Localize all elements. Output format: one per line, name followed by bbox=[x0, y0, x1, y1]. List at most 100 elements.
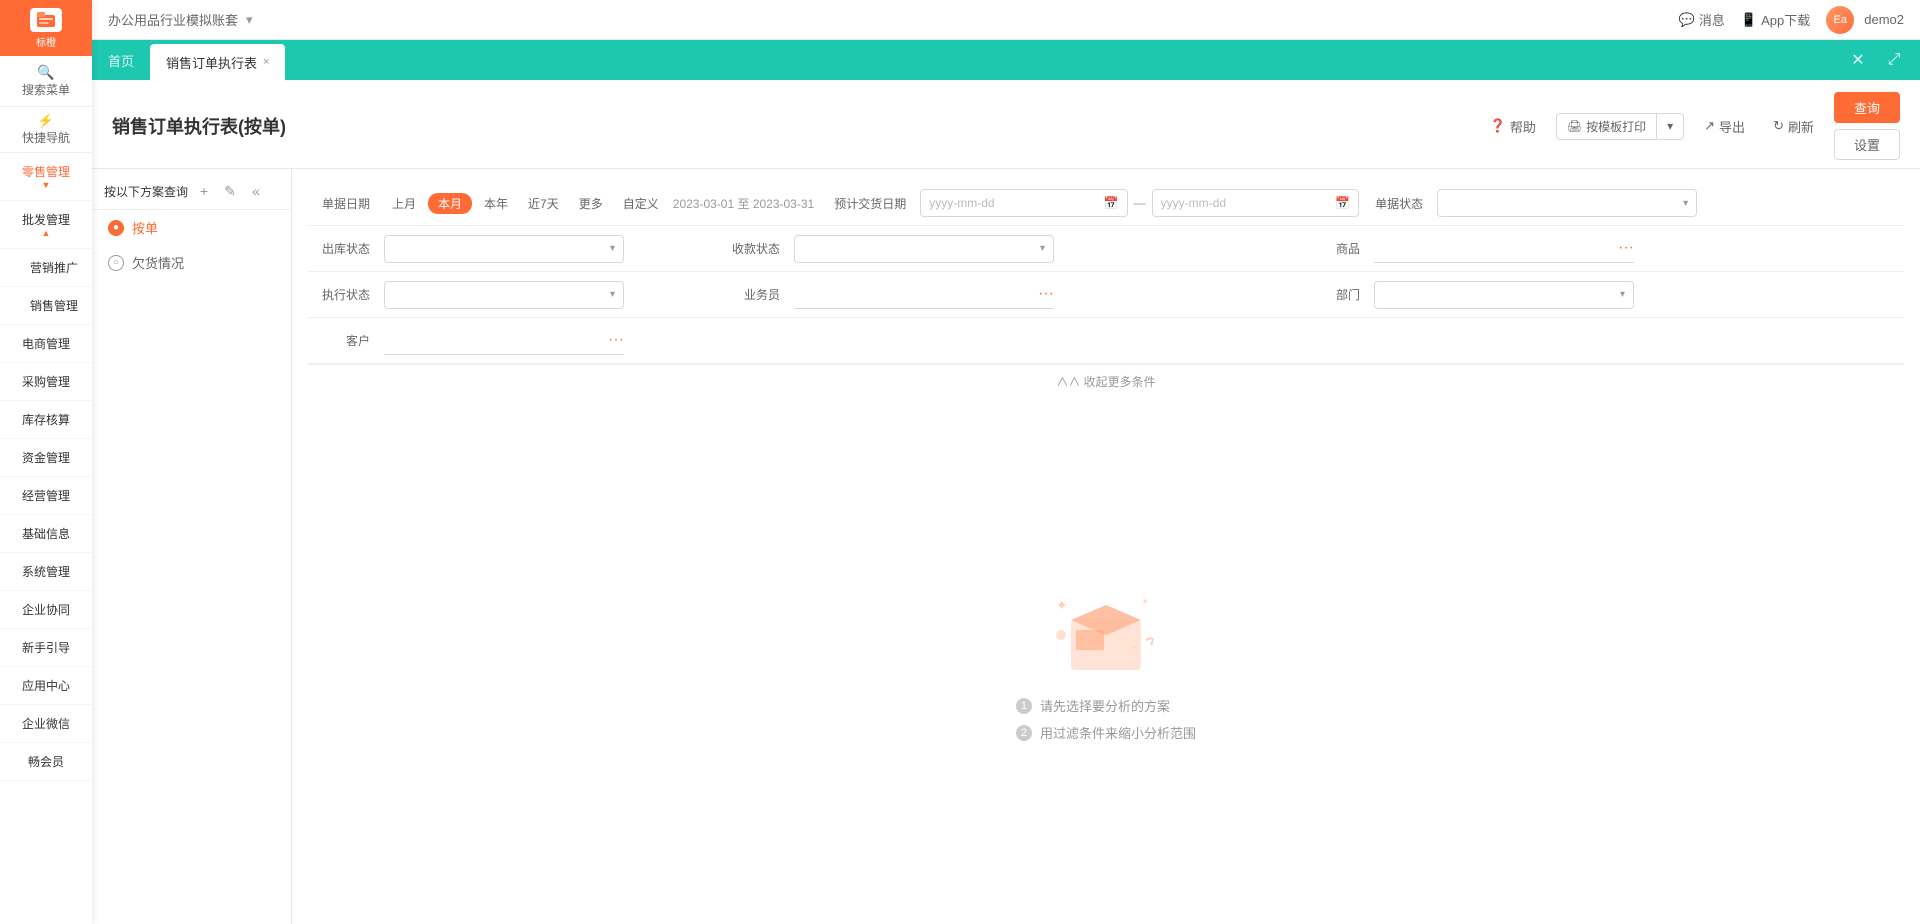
top-bar-left: 办公用品行业模拟账套 ▾ bbox=[108, 10, 253, 29]
status-select-arrow: ▾ bbox=[1683, 198, 1688, 209]
goods-more-btn[interactable]: ··· bbox=[1618, 239, 1634, 257]
dept-select[interactable]: ▾ bbox=[1374, 281, 1634, 309]
scheme-item-order[interactable]: ● 按单 bbox=[92, 210, 291, 245]
exec-arrow: ▾ bbox=[610, 289, 615, 300]
help-icon: ❓ bbox=[1490, 118, 1506, 134]
tab-home[interactable]: 首页 bbox=[92, 40, 150, 80]
sidebar-item-member[interactable]: 畅会员 bbox=[0, 743, 92, 781]
print-btn-group: 🖨 按模板打印 ▾ bbox=[1556, 113, 1684, 140]
cal-icon-start: 📅 bbox=[1104, 196, 1119, 210]
tab-expand-btn[interactable]: ⤢ bbox=[1880, 46, 1908, 74]
goods-input[interactable] bbox=[1374, 234, 1614, 262]
scheme-collapse-btn[interactable]: « bbox=[246, 181, 266, 201]
salesperson-more-btn[interactable]: ··· bbox=[1038, 285, 1054, 303]
payment-status-select[interactable]: ▾ bbox=[794, 235, 1054, 263]
query-btn[interactable]: 查询 bbox=[1834, 92, 1900, 123]
settings-btn[interactable]: 设置 bbox=[1834, 129, 1900, 160]
tab-close-icon[interactable]: × bbox=[263, 56, 269, 68]
sidebar-item-appcenter[interactable]: 应用中心 bbox=[0, 667, 92, 705]
collapse-label: 收起更多条件 bbox=[1084, 375, 1156, 389]
sidebar-item-marketing[interactable]: 营销推广 bbox=[0, 249, 92, 287]
sidebar-item-enterprise[interactable]: 企业协同 bbox=[0, 591, 92, 629]
dept-label: 部门 bbox=[1312, 286, 1368, 303]
content-area: 销售订单执行表(按单) ❓ 帮助 🖨 按模板打印 ▾ ↗ 导出 bbox=[92, 80, 1920, 924]
page-actions: ❓ 帮助 🖨 按模板打印 ▾ ↗ 导出 ↻ 刷新 bbox=[1482, 92, 1900, 160]
scheme-add-btn[interactable]: + bbox=[194, 181, 214, 201]
scheme-item-shortage[interactable]: ○ 欠货情况 bbox=[92, 245, 291, 280]
tip-num-2: 2 bbox=[1016, 725, 1032, 741]
appdownload-btn[interactable]: 📱 App下载 bbox=[1741, 10, 1810, 29]
date-chips: 上月 本月 本年 近7天 更多 自定义 bbox=[384, 193, 667, 214]
industry-label: 办公用品行业模拟账套 bbox=[108, 10, 238, 29]
collapse-bar[interactable]: ∧∧ 收起更多条件 bbox=[308, 364, 1904, 398]
refresh-btn[interactable]: ↻ 刷新 bbox=[1765, 113, 1822, 140]
delivery-status-select[interactable]: ▾ bbox=[384, 235, 624, 263]
top-bar-right: 💬 消息 📱 App下载 Ea demo2 bbox=[1679, 6, 1904, 34]
exec-status-select[interactable]: ▾ bbox=[384, 281, 624, 309]
user-name: demo2 bbox=[1864, 12, 1904, 27]
sidebar-item-retail[interactable]: 零售管理 ▼ bbox=[0, 153, 92, 201]
expected-date-label: 预计交货日期 bbox=[830, 195, 914, 212]
tab-sales-order[interactable]: 销售订单执行表 × bbox=[150, 44, 285, 80]
chip-more[interactable]: 更多 bbox=[571, 193, 611, 214]
sidebar-item-wholesale[interactable]: 批发管理 ▲ bbox=[0, 201, 92, 249]
logo-text: 标橙 bbox=[36, 34, 56, 49]
dept-arrow: ▾ bbox=[1620, 289, 1625, 300]
filter-section: 单据日期 上月 本月 本年 近7天 更多 自定义 2023-03-01 至 20… bbox=[292, 169, 1920, 398]
exec-status-label: 执行状态 bbox=[308, 286, 378, 303]
sidebar-item-inventory[interactable]: 库存核算 bbox=[0, 401, 92, 439]
sidebar-item-newuser[interactable]: 新手引导 bbox=[0, 629, 92, 667]
date-label: 单据日期 bbox=[308, 195, 378, 212]
empty-icon: ✦ ✦ ✦ bbox=[1046, 580, 1166, 680]
sidebar-item-sales[interactable]: 销售管理 bbox=[0, 287, 92, 325]
sidebar-item-ecommerce[interactable]: 电商管理 bbox=[0, 325, 92, 363]
payment-arrow: ▾ bbox=[1040, 243, 1045, 254]
customer-more-btn[interactable]: ··· bbox=[608, 331, 624, 349]
sidebar-item-wechat[interactable]: 企业微信 bbox=[0, 705, 92, 743]
sidebar-quicknav[interactable]: ⚡ 快捷导航 bbox=[0, 107, 92, 153]
chip-current-month[interactable]: 本月 bbox=[428, 193, 472, 214]
status-select[interactable]: ▾ bbox=[1437, 189, 1697, 217]
sidebar-search[interactable]: 🔍 搜索菜单 bbox=[0, 56, 92, 107]
scheme-panel: 按以下方案查询 + ✎ « ● 按单 ○ 欠货情况 bbox=[92, 169, 292, 924]
date-range-expected: yyyy-mm-dd 📅 — yyyy-mm-dd 📅 bbox=[920, 189, 1359, 217]
sidebar-item-operation[interactable]: 经营管理 bbox=[0, 477, 92, 515]
sidebar-item-finance[interactable]: 资金管理 bbox=[0, 439, 92, 477]
tip-num-1: 1 bbox=[1016, 698, 1032, 714]
tip-text-2: 用过滤条件来缩小分析范围 bbox=[1040, 723, 1196, 742]
customer-label: 客户 bbox=[308, 332, 378, 349]
svg-text:✦: ✦ bbox=[1131, 643, 1138, 652]
industry-dropdown-icon[interactable]: ▾ bbox=[246, 12, 253, 28]
sidebar-item-basic[interactable]: 基础信息 bbox=[0, 515, 92, 553]
print-btn[interactable]: 🖨 按模板打印 bbox=[1557, 114, 1657, 139]
chip-last7days[interactable]: 近7天 bbox=[520, 193, 567, 214]
tab-close-window-btn[interactable]: ✕ bbox=[1844, 46, 1872, 74]
customer-input[interactable] bbox=[384, 326, 604, 354]
refresh-icon: ↻ bbox=[1773, 118, 1784, 134]
tip-item-1: 1 请先选择要分析的方案 bbox=[1016, 696, 1196, 715]
download-label: App下载 bbox=[1761, 10, 1810, 29]
sidebar-item-system[interactable]: 系统管理 bbox=[0, 553, 92, 591]
message-btn[interactable]: 💬 消息 bbox=[1679, 10, 1725, 29]
sidebar-item-purchase[interactable]: 采购管理 bbox=[0, 363, 92, 401]
help-btn[interactable]: ❓ 帮助 bbox=[1482, 113, 1544, 140]
expected-date-end[interactable]: yyyy-mm-dd 📅 bbox=[1152, 189, 1359, 217]
export-icon: ↗ bbox=[1704, 118, 1715, 134]
page-title: 销售订单执行表(按单) bbox=[112, 113, 286, 139]
app-logo[interactable]: 标橙 bbox=[0, 0, 92, 56]
print-dropdown-btn[interactable]: ▾ bbox=[1657, 115, 1683, 137]
mobile-icon: 📱 bbox=[1741, 12, 1757, 28]
expected-date-start[interactable]: yyyy-mm-dd 📅 bbox=[920, 189, 1127, 217]
collapse-icon: ∧∧ bbox=[1056, 375, 1080, 389]
chip-current-year[interactable]: 本年 bbox=[476, 193, 516, 214]
scheme-header: 按以下方案查询 + ✎ « bbox=[92, 181, 291, 210]
delivery-status-label: 出库状态 bbox=[308, 240, 378, 257]
empty-tips: 1 请先选择要分析的方案 2 用过滤条件来缩小分析范围 bbox=[1016, 696, 1196, 742]
chip-last-month[interactable]: 上月 bbox=[384, 193, 424, 214]
export-btn[interactable]: ↗ 导出 bbox=[1696, 113, 1753, 140]
chip-custom[interactable]: 自定义 bbox=[615, 193, 667, 214]
scheme-edit-btn[interactable]: ✎ bbox=[220, 181, 240, 201]
scheme-circle: ○ bbox=[108, 255, 124, 271]
salesperson-input[interactable] bbox=[794, 280, 1034, 308]
user-area[interactable]: Ea demo2 bbox=[1826, 6, 1904, 34]
